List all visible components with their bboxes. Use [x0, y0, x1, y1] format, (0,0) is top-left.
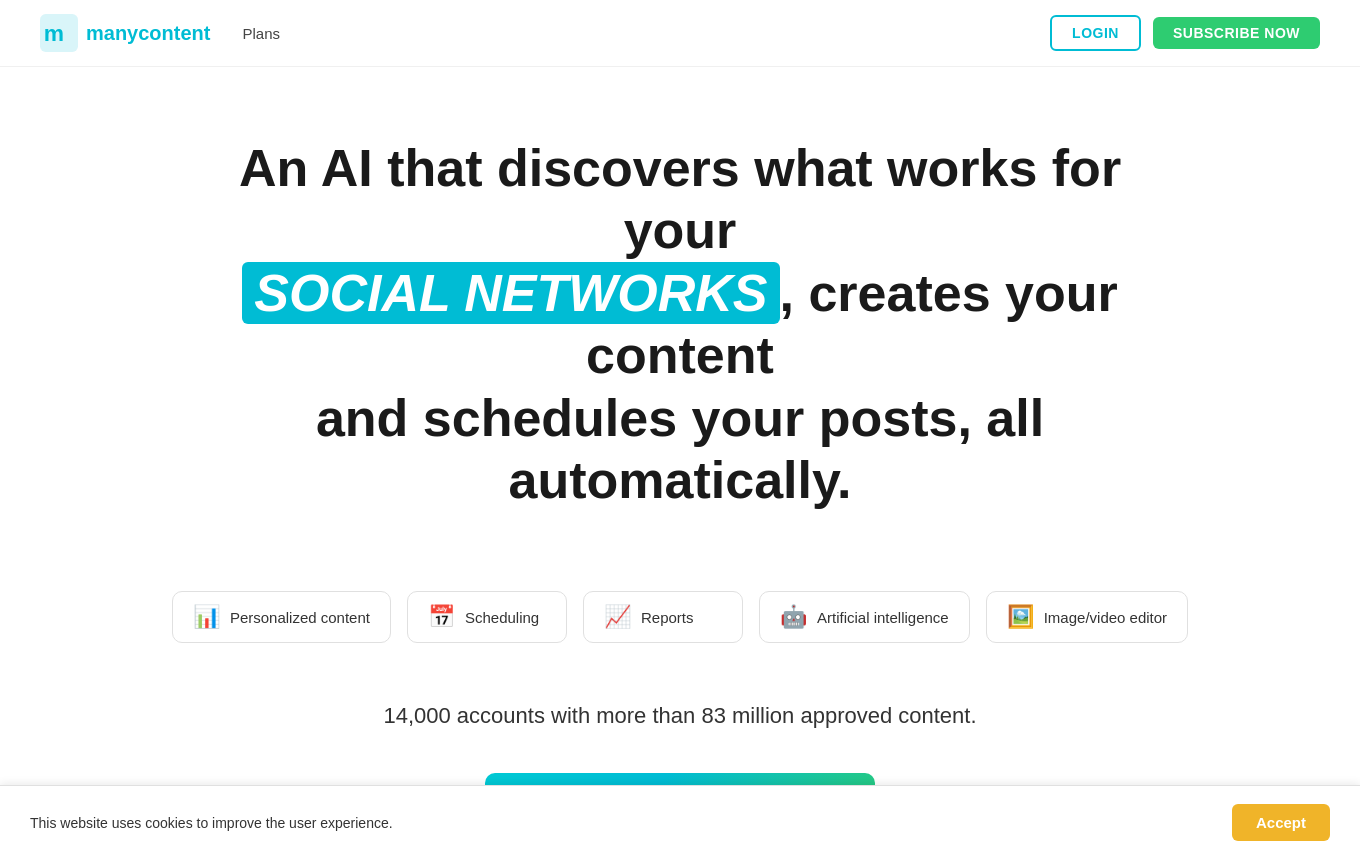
hero-title: An AI that discovers what works for your…	[230, 137, 1130, 511]
feature-label-1: Scheduling	[465, 609, 539, 626]
stats-text: 14,000 accounts with more than 83 millio…	[383, 703, 976, 728]
hero-title-line1: An AI that discovers what works for your	[239, 139, 1121, 259]
plans-nav-link[interactable]: Plans	[242, 25, 280, 42]
logo-link[interactable]: m manycontent	[40, 14, 210, 52]
feature-icon-4: 🖼️	[1007, 604, 1034, 630]
cookie-banner: This website uses cookies to improve the…	[0, 785, 1360, 859]
hero-title-line3: and schedules your posts, all automatica…	[316, 389, 1044, 509]
feature-card-2: 📈 Reports	[583, 591, 743, 643]
feature-label-0: Personalized content	[230, 609, 370, 626]
nav-right: LOGIN SUBSCRIBE NOW	[1050, 15, 1320, 51]
feature-label-4: Image/video editor	[1044, 609, 1167, 626]
feature-card-3: 🤖 Artificial intelligence	[759, 591, 970, 643]
hero-section: An AI that discovers what works for your…	[0, 67, 1360, 551]
logo-icon: m	[40, 14, 78, 52]
features-row: 📊 Personalized content 📅 Scheduling 📈 Reports…	[0, 551, 1360, 663]
login-button[interactable]: LOGIN	[1050, 15, 1141, 51]
nav-left: m manycontent Plans	[40, 14, 280, 52]
navbar: m manycontent Plans LOGIN SUBSCRIBE NOW	[0, 0, 1360, 67]
cookie-text: This website uses cookies to improve the…	[30, 815, 393, 831]
accept-cookies-button[interactable]: Accept	[1232, 804, 1330, 841]
feature-icon-3: 🤖	[780, 604, 807, 630]
feature-card-0: 📊 Personalized content	[172, 591, 391, 643]
hero-highlight: SOCIAL NETWORKS	[242, 262, 779, 324]
feature-icon-1: 📅	[428, 604, 455, 630]
subscribe-nav-button[interactable]: SUBSCRIBE NOW	[1153, 17, 1320, 49]
feature-label-3: Artificial intelligence	[817, 609, 949, 626]
stats-section: 14,000 accounts with more than 83 millio…	[0, 663, 1360, 749]
logo-text: manycontent	[86, 22, 210, 45]
feature-label-2: Reports	[641, 609, 694, 626]
feature-card-1: 📅 Scheduling	[407, 591, 567, 643]
feature-icon-2: 📈	[604, 604, 631, 630]
feature-card-4: 🖼️ Image/video editor	[986, 591, 1188, 643]
svg-text:m: m	[44, 20, 64, 46]
feature-icon-0: 📊	[193, 604, 220, 630]
